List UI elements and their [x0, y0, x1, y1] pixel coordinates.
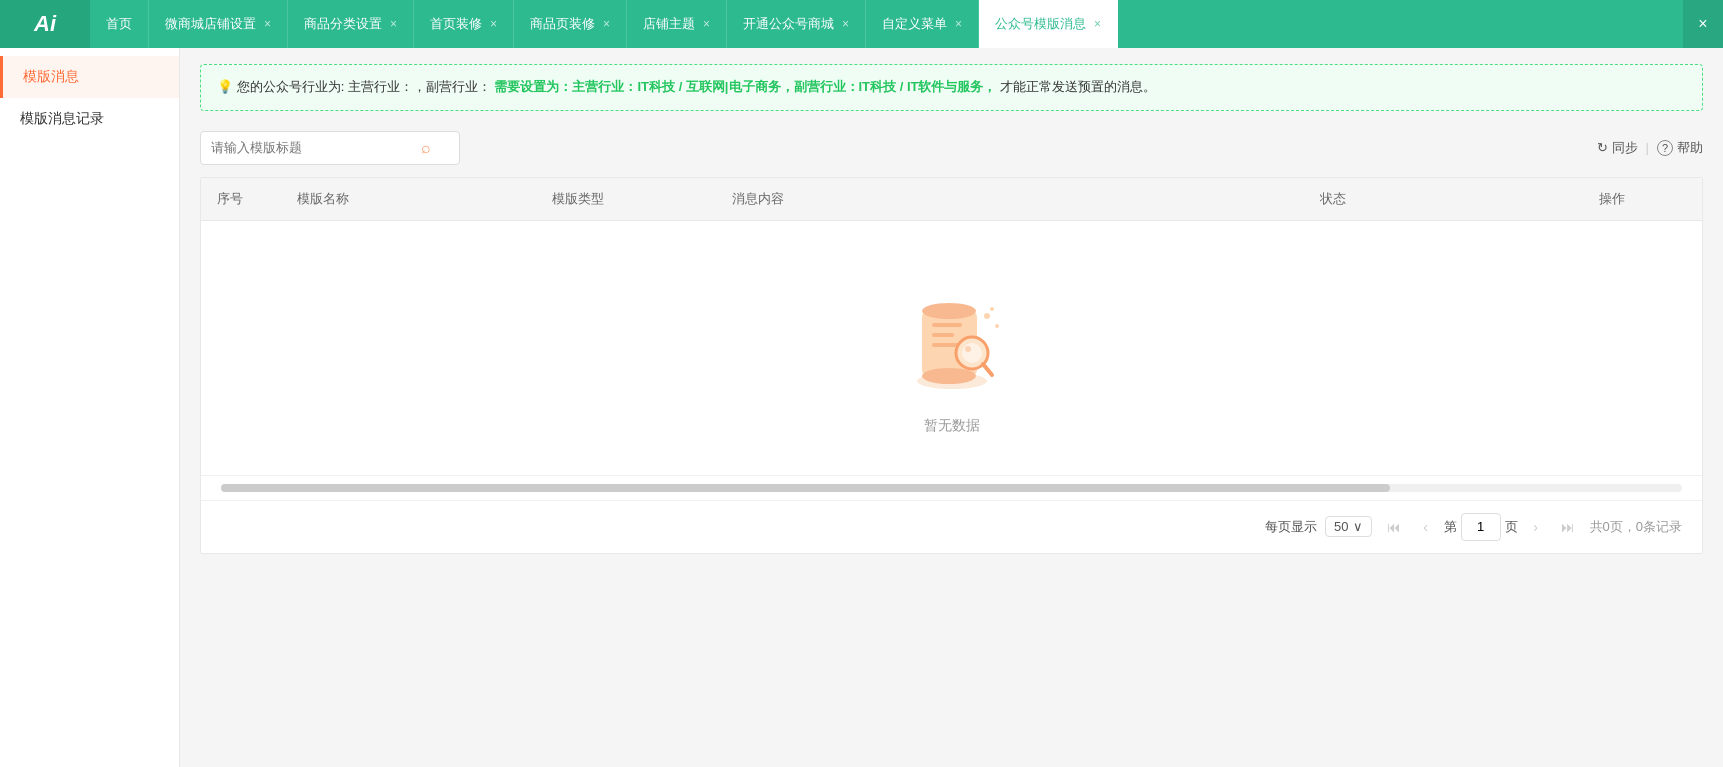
nav-tab-close-button[interactable]: × — [603, 17, 610, 31]
sync-label: 同步 — [1612, 139, 1638, 157]
nav-tab-store-theme[interactable]: 店铺主题 × — [627, 0, 727, 48]
nav-tab-label: 首页装修 — [430, 15, 482, 33]
page-size-value: 50 — [1334, 519, 1348, 534]
svg-rect-5 — [932, 333, 954, 337]
svg-point-12 — [995, 324, 999, 328]
nav-tab-custom-menu[interactable]: 自定义菜单 × — [866, 0, 979, 48]
sync-button[interactable]: ↻ 同步 — [1597, 139, 1638, 157]
pagination: 每页显示 50 ∨ ⏮ ‹ 第 页 › ⏭ 共0页，0条记录 — [201, 500, 1702, 553]
nav-tab-label: 开通公众号商城 — [743, 15, 834, 33]
toolbar-right: ↻ 同步 | ? 帮助 — [1597, 139, 1703, 157]
toolbar-divider: | — [1646, 140, 1649, 155]
scrollbar-track[interactable] — [221, 484, 1682, 492]
nav-tab-template-msg[interactable]: 公众号模版消息 × — [979, 0, 1118, 48]
nav-tab-label: 店铺主题 — [643, 15, 695, 33]
help-button[interactable]: ? 帮助 — [1657, 139, 1703, 157]
chevron-down-icon: ∨ — [1353, 519, 1363, 534]
col-header-type: 模版类型 — [536, 178, 716, 220]
svg-point-3 — [922, 368, 976, 384]
main-layout: 模版消息模版消息记录 💡 您的公众号行业为: 主营行业：，副营行业： 需要设置为… — [0, 48, 1723, 767]
app-logo: Ai — [0, 0, 90, 48]
nav-tab-label: 公众号模版消息 — [995, 15, 1086, 33]
last-page-button[interactable]: ⏭ — [1554, 513, 1582, 541]
first-page-button[interactable]: ⏮ — [1380, 513, 1408, 541]
svg-point-11 — [984, 313, 990, 319]
empty-illustration — [892, 281, 1012, 401]
nav-tab-home-decor[interactable]: 首页装修 × — [414, 0, 514, 48]
nav-tab-label: 首页 — [106, 15, 132, 33]
data-table: 序号 模版名称 模版类型 消息内容 状态 操作 — [200, 177, 1703, 554]
page-navigation: ⏮ ‹ 第 页 › ⏭ — [1380, 513, 1582, 541]
svg-point-10 — [965, 346, 971, 352]
sync-icon: ↻ — [1597, 140, 1608, 155]
scrollbar-thumb[interactable] — [221, 484, 1390, 492]
col-header-seq: 序号 — [201, 178, 281, 220]
info-highlight: 需要设置为：主营行业：IT科技 / 互联网|电子商务，副营行业：IT科技 / I… — [494, 79, 996, 94]
svg-point-8 — [962, 343, 982, 363]
nav-tab-product-decor[interactable]: 商品页装修 × — [514, 0, 627, 48]
page-number-input[interactable] — [1461, 513, 1501, 541]
nav-tab-home[interactable]: 首页 — [90, 0, 149, 48]
nav-tabs: 首页微商城店铺设置×商品分类设置×首页装修×商品页装修×店铺主题×开通公众号商城… — [90, 0, 1683, 48]
bulb-icon: 💡 — [217, 79, 233, 94]
nav-tab-wechat-store[interactable]: 微商城店铺设置 × — [149, 0, 288, 48]
col-header-action: 操作 — [1522, 178, 1702, 220]
table-header: 序号 模版名称 模版类型 消息内容 状态 操作 — [201, 178, 1702, 221]
top-nav: Ai 首页微商城店铺设置×商品分类设置×首页装修×商品页装修×店铺主题×开通公众… — [0, 0, 1723, 48]
svg-point-13 — [990, 307, 994, 311]
nav-tab-close-button[interactable]: × — [703, 17, 710, 31]
total-records: 共0页，0条记录 — [1590, 518, 1682, 536]
sidebar-item-template-msg-log[interactable]: 模版消息记录 — [0, 98, 179, 140]
search-bar: ⌕ ↻ 同步 | ? 帮助 — [200, 131, 1703, 165]
search-input[interactable] — [211, 140, 421, 155]
content-area: 💡 您的公众号行业为: 主营行业：，副营行业： 需要设置为：主营行业：IT科技 … — [180, 48, 1723, 767]
info-suffix: 才能正常发送预置的消息。 — [1000, 79, 1156, 94]
svg-point-2 — [922, 303, 976, 319]
help-icon: ? — [1657, 140, 1673, 156]
help-label: 帮助 — [1677, 139, 1703, 157]
col-header-content: 消息内容 — [716, 178, 1304, 220]
empty-text: 暂无数据 — [924, 417, 980, 435]
sidebar-item-template-msg[interactable]: 模版消息 — [0, 56, 179, 98]
nav-tab-open-mall[interactable]: 开通公众号商城 × — [727, 0, 866, 48]
page-size-label: 每页显示 — [1265, 518, 1317, 536]
svg-rect-4 — [932, 323, 962, 327]
nav-tab-close-button[interactable]: × — [264, 17, 271, 31]
close-all-button[interactable]: × — [1683, 0, 1723, 48]
nav-tab-label: 商品分类设置 — [304, 15, 382, 33]
prev-page-button[interactable]: ‹ — [1412, 513, 1440, 541]
info-banner: 💡 您的公众号行业为: 主营行业：，副营行业： 需要设置为：主营行业：IT科技 … — [200, 64, 1703, 111]
nav-tab-close-button[interactable]: × — [842, 17, 849, 31]
page-label-post: 页 — [1505, 518, 1518, 536]
nav-tab-label: 微商城店铺设置 — [165, 15, 256, 33]
nav-tab-close-button[interactable]: × — [490, 17, 497, 31]
sidebar: 模版消息模版消息记录 — [0, 48, 180, 767]
col-header-name: 模版名称 — [281, 178, 536, 220]
page-label-pre: 第 — [1444, 518, 1457, 536]
nav-tab-label: 商品页装修 — [530, 15, 595, 33]
col-header-status: 状态 — [1304, 178, 1521, 220]
page-size-select[interactable]: 50 ∨ — [1325, 516, 1371, 537]
nav-tab-label: 自定义菜单 — [882, 15, 947, 33]
nav-tab-product-category[interactable]: 商品分类设置 × — [288, 0, 414, 48]
nav-tab-close-button[interactable]: × — [955, 17, 962, 31]
next-page-button[interactable]: › — [1522, 513, 1550, 541]
horizontal-scrollbar[interactable] — [201, 475, 1702, 500]
empty-state: 暂无数据 — [201, 221, 1702, 475]
nav-tab-close-button[interactable]: × — [390, 17, 397, 31]
search-icon[interactable]: ⌕ — [421, 139, 431, 157]
svg-line-9 — [983, 364, 992, 375]
info-prefix: 您的公众号行业为: 主营行业：，副营行业： — [237, 79, 491, 94]
nav-tab-close-button[interactable]: × — [1094, 17, 1101, 31]
search-input-wrap[interactable]: ⌕ — [200, 131, 460, 165]
